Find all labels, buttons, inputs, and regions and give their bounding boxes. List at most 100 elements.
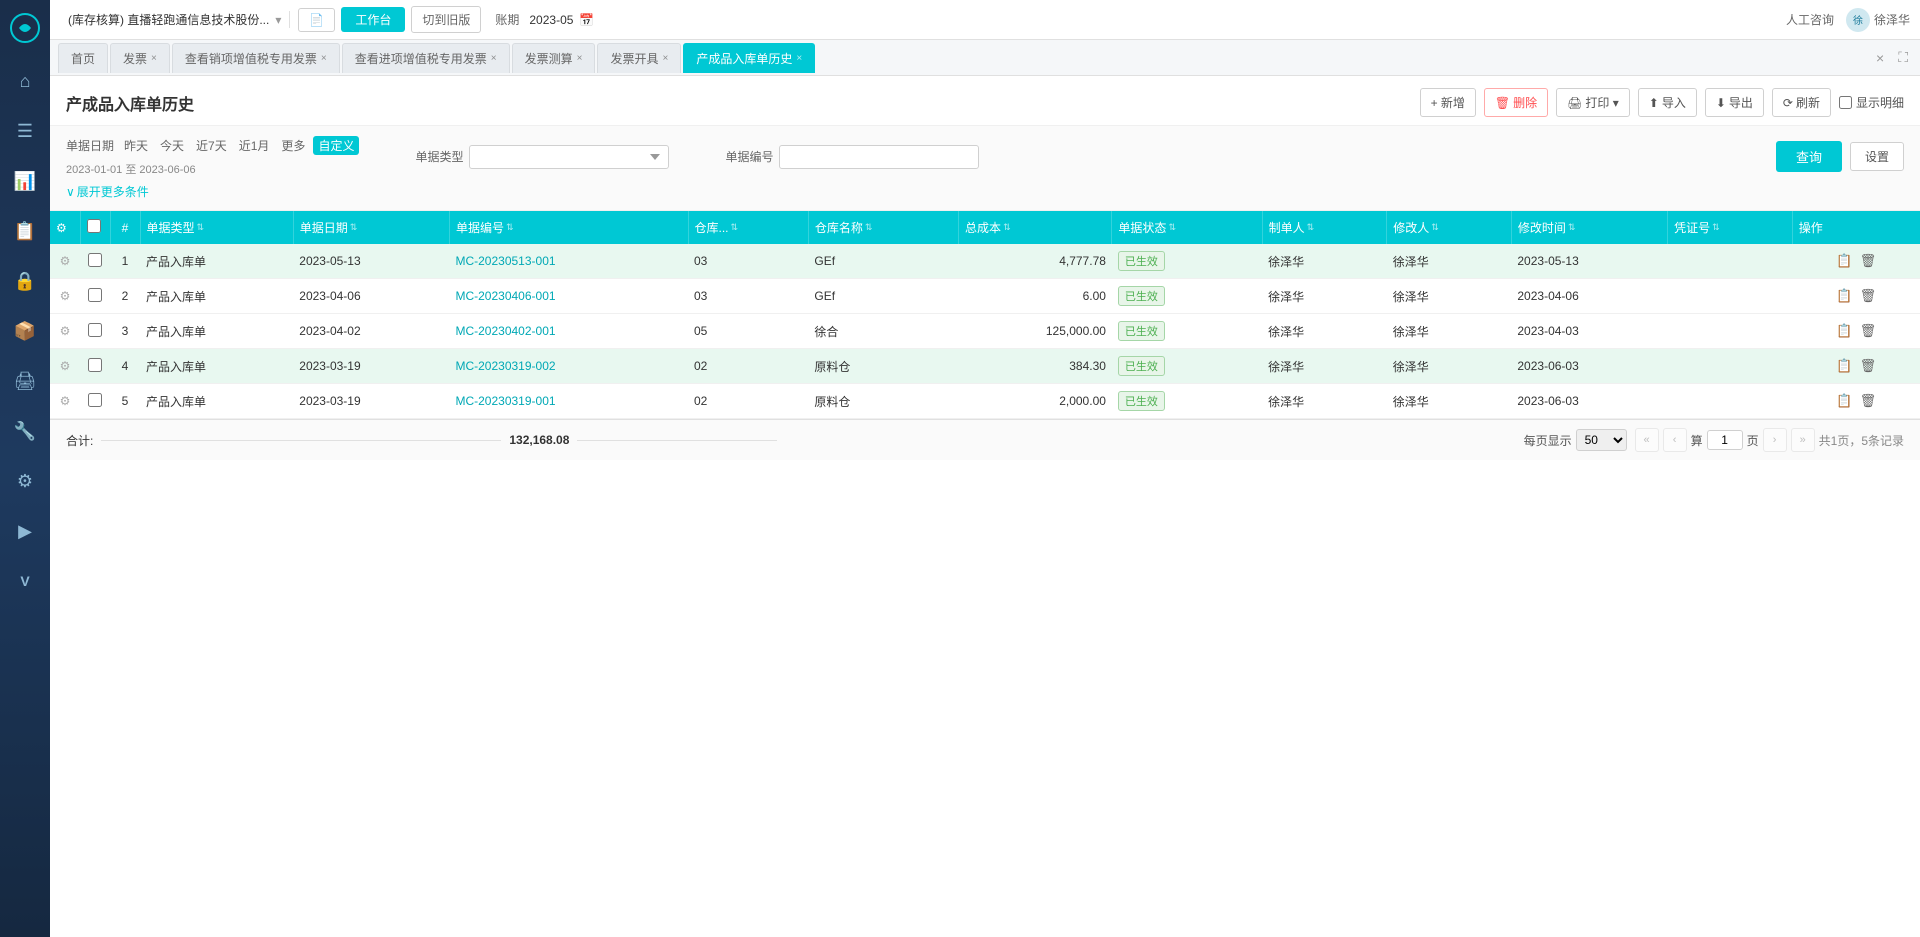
export-button[interactable]: ⬇ 导出: [1705, 88, 1764, 117]
sidebar-item-chart[interactable]: 📊: [0, 156, 50, 206]
col-creator[interactable]: 制单人⇅: [1262, 211, 1387, 244]
last-page-button[interactable]: »: [1791, 428, 1815, 452]
row-edit-icon[interactable]: 📋: [1836, 253, 1852, 268]
row-delete-icon[interactable]: 🗑: [1860, 393, 1877, 408]
month-shortcut[interactable]: 近1月: [235, 136, 274, 155]
row-number-link[interactable]: MC-20230402-001: [455, 324, 555, 338]
row-edit-icon[interactable]: 📋: [1836, 288, 1852, 303]
row-edit-icon[interactable]: 📋: [1836, 358, 1852, 373]
number-filter-input[interactable]: [779, 145, 979, 169]
sidebar-item-settings[interactable]: ⚙: [0, 456, 50, 506]
col-modify-time[interactable]: 修改时间⇅: [1511, 211, 1667, 244]
page-number-input[interactable]: [1707, 430, 1743, 450]
show-detail-label[interactable]: 显示明细: [1839, 94, 1904, 111]
delete-button[interactable]: 🗑 删除: [1484, 88, 1548, 117]
sidebar-item-lock[interactable]: 🔒: [0, 256, 50, 306]
user-menu[interactable]: 徐 徐泽华: [1846, 8, 1910, 32]
col-checkbox[interactable]: [80, 211, 110, 244]
row-settings-icon[interactable]: ⚙: [50, 314, 80, 349]
tab-invoice-open[interactable]: 发票开具 ×: [597, 43, 681, 73]
query-button[interactable]: 查询: [1776, 141, 1842, 172]
tab-product-in[interactable]: 产成品入库单历史 ×: [683, 43, 815, 73]
sidebar-item-tool[interactable]: 🔧: [0, 406, 50, 456]
row-delete-icon[interactable]: 🗑: [1860, 253, 1877, 268]
row-checkbox-cell[interactable]: [80, 244, 110, 279]
today-shortcut[interactable]: 今天: [156, 136, 188, 155]
sidebar-item-inventory[interactable]: 📦: [0, 306, 50, 356]
row-number-link[interactable]: MC-20230319-001: [455, 394, 555, 408]
row-checkbox[interactable]: [88, 288, 102, 302]
row-checkbox[interactable]: [88, 323, 102, 337]
print-button[interactable]: 🖨 打印 ▾: [1556, 88, 1630, 117]
tab-sales-vat-close[interactable]: ×: [321, 53, 327, 64]
col-modifier[interactable]: 修改人⇅: [1387, 211, 1512, 244]
col-number[interactable]: 单据编号⇅: [449, 211, 688, 244]
row-checkbox[interactable]: [88, 253, 102, 267]
row-settings-icon[interactable]: ⚙: [50, 349, 80, 384]
row-checkbox-cell[interactable]: [80, 349, 110, 384]
tab-invoice-open-close[interactable]: ×: [662, 53, 668, 64]
row-number-link[interactable]: MC-20230513-001: [455, 254, 555, 268]
sidebar-item-tax[interactable]: 📋: [0, 206, 50, 256]
col-settings[interactable]: ⚙: [50, 211, 80, 244]
type-filter-select[interactable]: 产品入库单: [469, 145, 669, 169]
row-number[interactable]: MC-20230319-001: [449, 384, 688, 419]
col-wh-code[interactable]: 仓库...⇅: [688, 211, 808, 244]
col-status[interactable]: 单据状态⇅: [1112, 211, 1262, 244]
sidebar-item-version[interactable]: V: [0, 556, 50, 606]
col-date[interactable]: 单据日期⇅: [293, 211, 449, 244]
switch-version-button[interactable]: 切到旧版: [411, 6, 481, 33]
col-wh-name[interactable]: 仓库名称⇅: [808, 211, 958, 244]
col-voucher[interactable]: 凭证号⇅: [1668, 211, 1793, 244]
row-delete-icon[interactable]: 🗑: [1860, 288, 1877, 303]
first-page-button[interactable]: «: [1635, 428, 1659, 452]
col-type[interactable]: 单据类型⇅: [140, 211, 293, 244]
tab-sales-vat[interactable]: 查看销项增值税专用发票 ×: [172, 43, 340, 73]
workbench-button[interactable]: 工作台: [341, 7, 405, 32]
next-page-button[interactable]: ›: [1763, 428, 1787, 452]
app-logo[interactable]: [5, 8, 45, 48]
calendar-icon[interactable]: 📅: [579, 13, 594, 27]
tab-invoice-calc[interactable]: 发票测算 ×: [512, 43, 596, 73]
row-settings-icon[interactable]: ⚙: [50, 244, 80, 279]
custom-shortcut[interactable]: 自定义: [313, 136, 359, 155]
row-settings-icon[interactable]: ⚙: [50, 384, 80, 419]
row-edit-icon[interactable]: 📋: [1836, 393, 1852, 408]
new-button[interactable]: + 新增: [1420, 88, 1476, 117]
row-settings-icon[interactable]: ⚙: [50, 279, 80, 314]
row-checkbox[interactable]: [88, 393, 102, 407]
tab-purchase-vat-close[interactable]: ×: [491, 53, 497, 64]
import-button[interactable]: ⬆ 导入: [1638, 88, 1697, 117]
row-checkbox-cell[interactable]: [80, 279, 110, 314]
row-number[interactable]: MC-20230402-001: [449, 314, 688, 349]
sidebar-item-doc[interactable]: ☰: [0, 106, 50, 156]
yesterday-shortcut[interactable]: 昨天: [120, 136, 152, 155]
row-number[interactable]: MC-20230406-001: [449, 279, 688, 314]
refresh-button[interactable]: ⟳ 刷新: [1772, 88, 1831, 117]
row-delete-icon[interactable]: 🗑: [1860, 358, 1877, 373]
col-total-cost[interactable]: 总成本⇅: [959, 211, 1112, 244]
tab-maximize[interactable]: ⛶: [1894, 45, 1912, 70]
sidebar-item-home[interactable]: ⌂: [0, 56, 50, 106]
tab-close-all[interactable]: ×: [1872, 46, 1888, 70]
sidebar-item-print[interactable]: 🖨: [0, 356, 50, 406]
row-checkbox-cell[interactable]: [80, 384, 110, 419]
tab-product-in-close[interactable]: ×: [796, 53, 802, 64]
sidebar-item-video[interactable]: ▶: [0, 506, 50, 556]
row-edit-icon[interactable]: 📋: [1836, 323, 1852, 338]
brand-dropdown-icon[interactable]: ▾: [275, 13, 281, 27]
show-detail-checkbox[interactable]: [1839, 96, 1852, 109]
more-shortcut[interactable]: 更多: [277, 136, 309, 155]
tab-invoice[interactable]: 发票 ×: [110, 43, 170, 73]
page-size-select[interactable]: 50 100 200: [1576, 429, 1627, 451]
row-delete-icon[interactable]: 🗑: [1860, 323, 1877, 338]
assistant-link[interactable]: 人工咨询: [1786, 11, 1834, 28]
doc-btn[interactable]: 📄: [298, 8, 335, 32]
week-shortcut[interactable]: 近7天: [192, 136, 231, 155]
prev-page-button[interactable]: ‹: [1663, 428, 1687, 452]
row-number-link[interactable]: MC-20230406-001: [455, 289, 555, 303]
row-checkbox-cell[interactable]: [80, 314, 110, 349]
tab-invoice-close[interactable]: ×: [151, 53, 157, 64]
expand-button[interactable]: ∨ 展开更多条件: [66, 183, 1904, 200]
row-checkbox[interactable]: [88, 358, 102, 372]
